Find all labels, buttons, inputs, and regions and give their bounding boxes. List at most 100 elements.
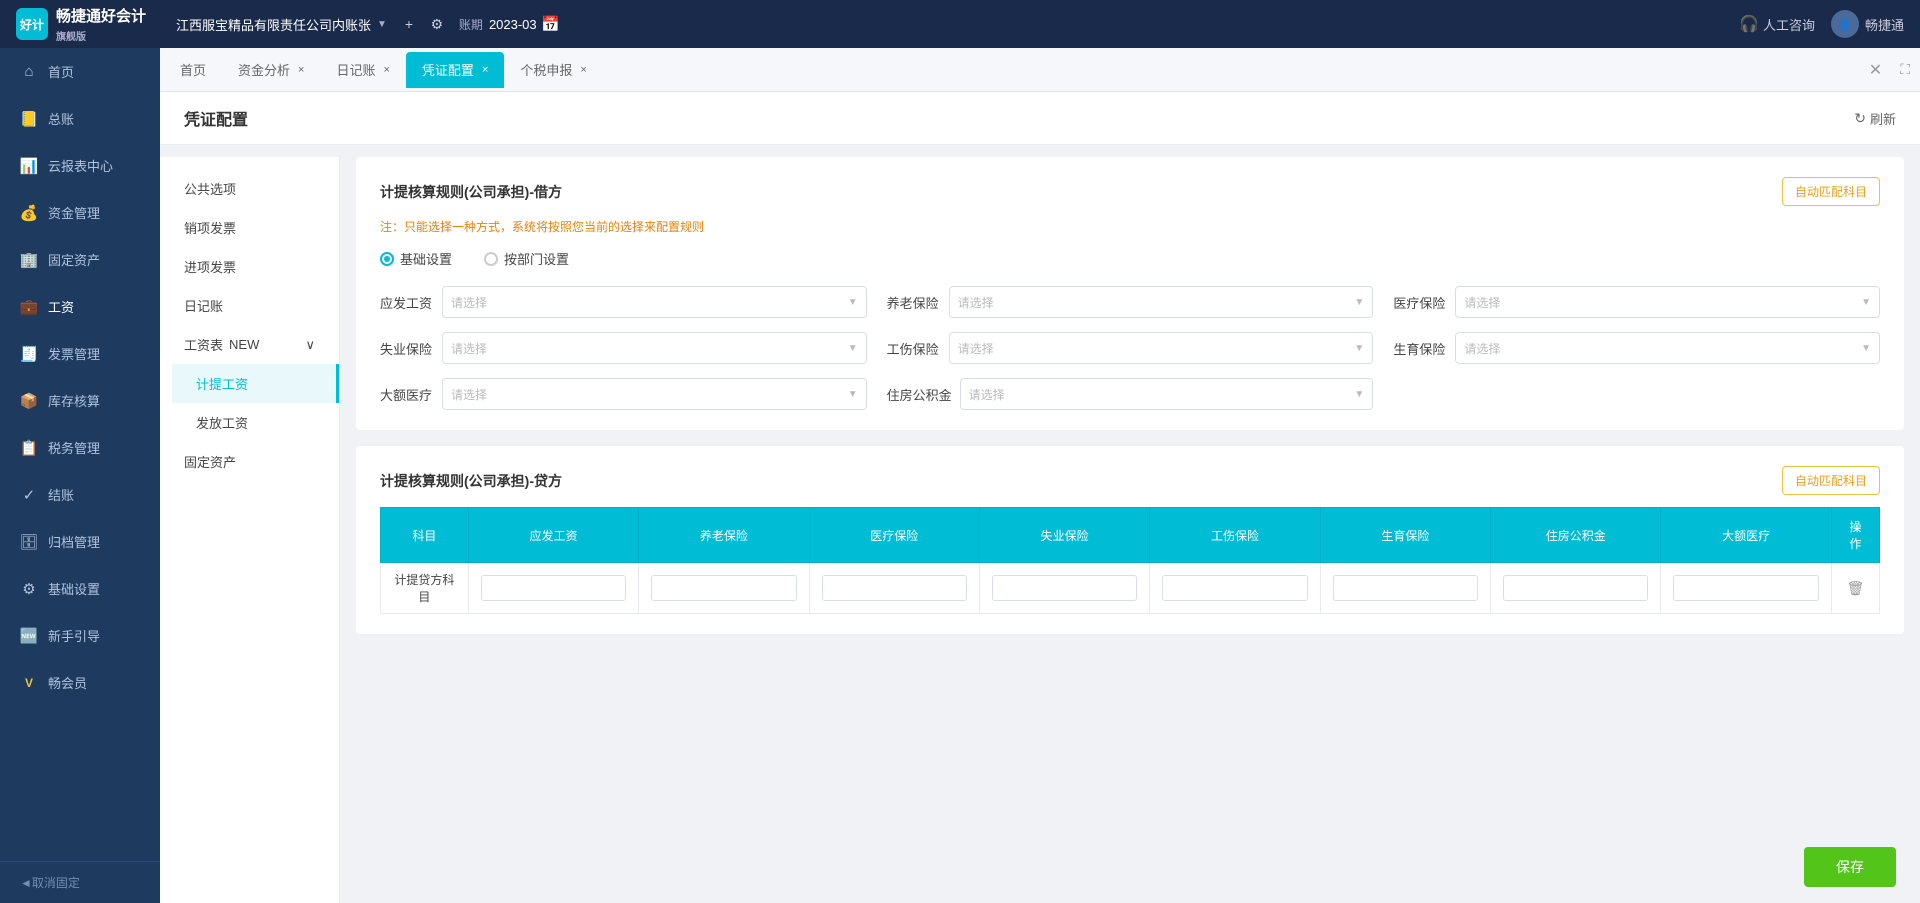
field-zfgjj: 住房公积金 请选择 ▼ (887, 378, 1374, 410)
leftnav-public[interactable]: 公共选项 (160, 169, 339, 208)
input-zfgjj[interactable] (1503, 575, 1648, 601)
page-header: 凭证配置 ↻ 刷新 (160, 92, 1920, 145)
sidebar-item-close[interactable]: ✓ 结账 (0, 471, 160, 518)
leftnav-accrual-label: 计提工资 (196, 374, 248, 393)
tab-funds[interactable]: 资金分析 × (222, 52, 320, 88)
main-content: 计提核算规则(公司承担)-借方 自动匹配科目 注：只能选择一种方式，系统将按照您… (340, 157, 1920, 903)
col-sybx: 失业保险 (979, 508, 1149, 563)
radio-dept[interactable]: 按部门设置 (484, 249, 569, 268)
leftnav-sales[interactable]: 销项发票 (160, 208, 339, 247)
sidebar-label-invoice: 发票管理 (48, 344, 100, 363)
leftnav-accrual[interactable]: 计提工资 (172, 364, 339, 403)
radio-group: 基础设置 按部门设置 (380, 249, 1880, 268)
sidebar-item-guide[interactable]: 🆕 新手引导 (0, 612, 160, 659)
sidebar-item-assets[interactable]: 🏢 固定资产 (0, 236, 160, 283)
table-row: 计提贷方科目 🗑 (381, 563, 1880, 614)
field-gsbx: 工伤保险 请选择 ▼ (887, 332, 1374, 364)
refresh-button[interactable]: ↻ 刷新 (1854, 109, 1896, 128)
input-sybx2[interactable] (1333, 575, 1478, 601)
field-yfgz-select[interactable]: 请选择 ▼ (442, 286, 867, 318)
sidebar-item-home[interactable]: ⌂ 首页 (0, 48, 160, 95)
tab-voucher[interactable]: 凭证配置 × (406, 52, 504, 88)
delete-row-button[interactable]: 🗑 (1847, 580, 1865, 596)
page-title: 凭证配置 (184, 106, 248, 130)
salary-icon: 💼 (20, 298, 38, 316)
debit-auto-match-button[interactable]: 自动匹配科目 (1782, 177, 1880, 206)
sidebar-label-guide: 新手引导 (48, 626, 100, 645)
tab-journal-close[interactable]: × (383, 64, 389, 76)
leftnav-pay[interactable]: 发放工资 (172, 403, 339, 442)
sidebar-item-ledger[interactable]: 📒 总账 (0, 95, 160, 142)
leftnav-pay-label: 发放工资 (196, 413, 248, 432)
user-menu[interactable]: 👤 畅捷通 (1831, 10, 1904, 38)
sidebar-item-reports[interactable]: 📊 云报表中心 (0, 142, 160, 189)
sidebar-label-home: 首页 (48, 62, 74, 81)
field-ylbx2: 医疗保险 请选择 ▼ (1393, 286, 1880, 318)
field-yfgz: 应发工资 请选择 ▼ (380, 286, 867, 318)
input-ylbx2[interactable] (822, 575, 967, 601)
sidebar-item-member[interactable]: V 畅会员 (0, 659, 160, 706)
zfgjj-arrow: ▼ (1354, 389, 1364, 400)
sidebar-item-funds[interactable]: 💰 资金管理 (0, 189, 160, 236)
sidebar-label-inventory: 库存核算 (48, 391, 100, 410)
cell-gsbx (1150, 563, 1320, 614)
main-layout: ⌂ 首页 📒 总账 📊 云报表中心 💰 资金管理 🏢 固定资产 💼 工资 🧾 发… (0, 48, 1920, 903)
field-ylbx-select[interactable]: 请选择 ▼ (949, 286, 1374, 318)
tab-close-window[interactable]: ✕ (1863, 60, 1888, 80)
field-yfgz-placeholder: 请选择 (451, 294, 487, 311)
tab-funds-label: 资金分析 (238, 60, 290, 79)
field-ylbx2-placeholder: 请选择 (1464, 294, 1500, 311)
input-gsbx[interactable] (1162, 575, 1307, 601)
col-ylbx: 养老保险 (639, 508, 809, 563)
sidebar-item-inventory[interactable]: 📦 库存核算 (0, 377, 160, 424)
credit-section-title: 计提核算规则(公司承担)-贷方 (380, 471, 562, 491)
refresh-label: 刷新 (1870, 109, 1896, 128)
calendar-icon[interactable]: 📅 (537, 10, 565, 38)
tax-icon: 📋 (20, 439, 38, 457)
tab-journal[interactable]: 日记账 × (320, 52, 405, 88)
service-button[interactable]: 🎧 人工咨询 (1739, 14, 1815, 34)
field-dyyl-select[interactable]: 请选择 ▼ (442, 378, 867, 410)
sidebar-item-invoice[interactable]: 🧾 发票管理 (0, 330, 160, 377)
leftnav-sales-label: 销项发票 (184, 218, 236, 237)
tab-voucher-close[interactable]: × (482, 64, 488, 76)
input-sybx[interactable] (992, 575, 1137, 601)
tab-funds-close[interactable]: × (298, 64, 304, 76)
sidebar-item-archive[interactable]: 🗄 归档管理 (0, 518, 160, 565)
leftnav-journal[interactable]: 日记账 (160, 286, 339, 325)
field-sybx-select[interactable]: 请选择 ▼ (442, 332, 867, 364)
cancel-fix-button[interactable]: ◄取消固定 (0, 861, 160, 903)
company-selector[interactable]: 江西服宝精品有限责任公司内账张 ▼ (176, 15, 387, 34)
credit-table: 科目 应发工资 养老保险 医疗保险 失业保险 工伤保险 生育保险 住房公积金 大… (380, 507, 1880, 614)
input-ylbx[interactable] (651, 575, 796, 601)
home-icon: ⌂ (20, 63, 38, 81)
add-button[interactable]: + (395, 10, 423, 38)
funds-icon: 💰 (20, 204, 38, 222)
field-zfgjj-select[interactable]: 请选择 ▼ (960, 378, 1374, 410)
col-subject: 科目 (381, 508, 469, 563)
tab-home[interactable]: 首页 (164, 52, 222, 88)
save-button[interactable]: 保存 (1804, 847, 1896, 887)
radio-basic[interactable]: 基础设置 (380, 249, 452, 268)
sidebar-item-settings[interactable]: ⚙ 基础设置 (0, 565, 160, 612)
sidebar-item-salary[interactable]: 💼 工资 (0, 283, 160, 330)
tab-tax[interactable]: 个税申报 × (504, 52, 602, 88)
company-name: 江西服宝精品有限责任公司内账张 (176, 15, 371, 34)
app-version: 旗舰版 (56, 28, 146, 43)
input-dyyl[interactable] (1673, 575, 1818, 601)
leftnav-purchase[interactable]: 进项发票 (160, 247, 339, 286)
tab-maximize[interactable]: ⛶ (1894, 61, 1916, 78)
field-gsbx-select[interactable]: 请选择 ▼ (949, 332, 1374, 364)
field-ylbx2-select[interactable]: 请选择 ▼ (1455, 286, 1880, 318)
table-header-row: 科目 应发工资 养老保险 医疗保险 失业保险 工伤保险 生育保险 住房公积金 大… (381, 508, 1880, 563)
tab-tax-close[interactable]: × (580, 64, 586, 76)
field-sybx2-select[interactable]: 请选择 ▼ (1455, 332, 1880, 364)
leftnav-fixed[interactable]: 固定资产 (160, 442, 339, 481)
sybx2-arrow: ▼ (1861, 343, 1871, 354)
sidebar-item-tax[interactable]: 📋 税务管理 (0, 424, 160, 471)
input-yfgz[interactable] (481, 575, 626, 601)
leftnav-salary-table[interactable]: 工资表 NEW ∨ (160, 325, 339, 364)
settings-icon[interactable]: ⚙ (423, 10, 451, 38)
credit-auto-match-button[interactable]: 自动匹配科目 (1782, 466, 1880, 495)
new-badge: NEW (229, 337, 259, 352)
